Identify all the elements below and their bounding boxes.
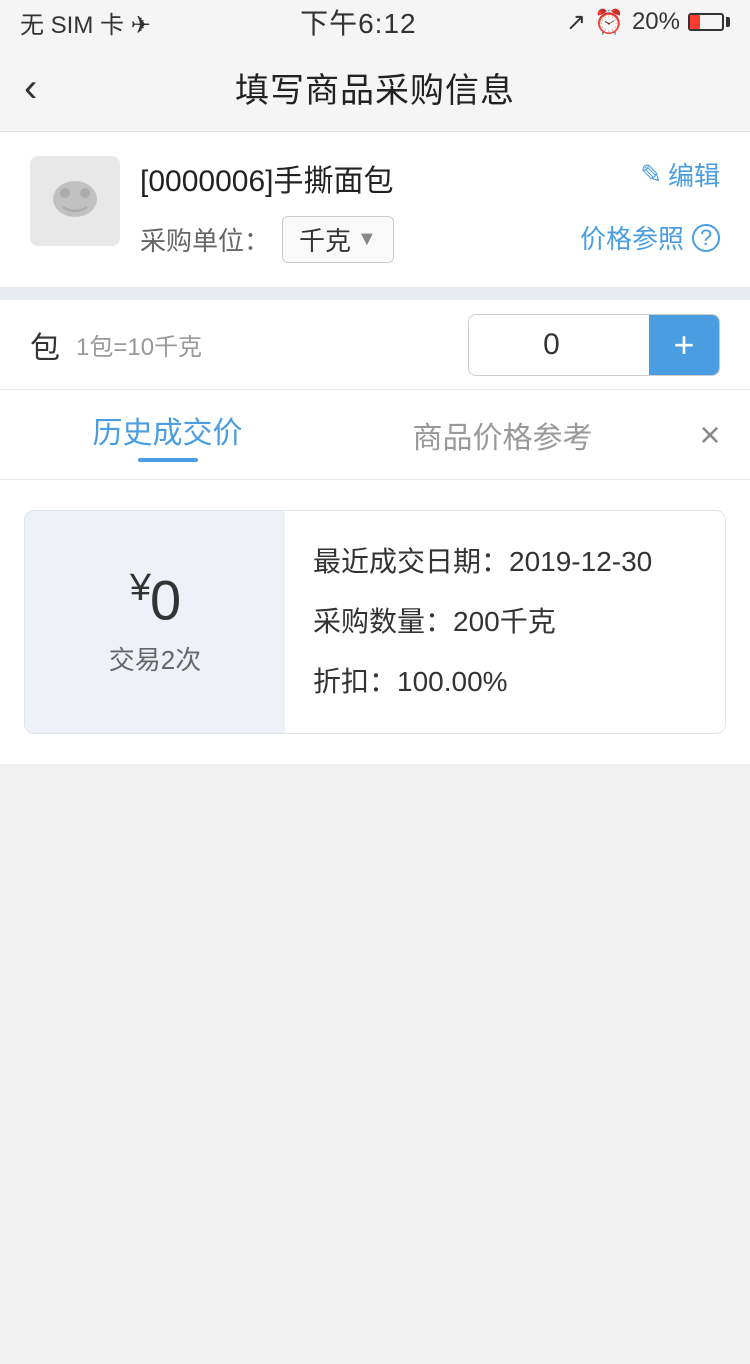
price-amount: ¥0: [130, 567, 180, 633]
purchase-qty-label: 采购数量：: [313, 606, 453, 637]
yen-symbol: ¥: [130, 567, 150, 609]
tabs-header: 历史成交价 商品价格参考 ×: [0, 390, 750, 480]
history-content: ¥0 交易2次 最近成交日期：2019-12-30 采购数量：200千克 折扣：…: [0, 480, 750, 764]
product-details: [0000006]手撕面包 采购单位： 千克 ▼: [140, 156, 394, 263]
recent-date-value: 2019-12-30: [509, 546, 652, 577]
price-card-left: ¥0 交易2次: [25, 511, 285, 733]
recent-date-row: 最近成交日期：2019-12-30: [313, 541, 697, 583]
help-icon[interactable]: ?: [692, 224, 720, 252]
section-divider: [0, 288, 750, 300]
quantity-plus-button[interactable]: +: [649, 315, 719, 375]
edit-icon: ✎: [640, 159, 662, 190]
quantity-input[interactable]: [469, 315, 649, 375]
price-card: ¥0 交易2次 最近成交日期：2019-12-30 采购数量：200千克 折扣：…: [24, 510, 726, 734]
product-image: [30, 156, 120, 246]
discount-value: 100.00%: [397, 666, 508, 697]
product-header: [0000006]手撕面包 采购单位： 千克 ▼ ✎ 编辑 价格参照 ?: [30, 156, 720, 263]
price-card-right: 最近成交日期：2019-12-30 采购数量：200千克 折扣：100.00%: [285, 511, 725, 733]
edit-button[interactable]: ✎ 编辑: [640, 156, 720, 193]
alarm-icon: ⏰: [594, 8, 624, 37]
tab-close-button[interactable]: ×: [670, 390, 750, 479]
discount-label: 折扣：: [313, 666, 397, 697]
price-ref-row: 价格参照 ?: [580, 219, 720, 256]
tabs-panel: 历史成交价 商品价格参考 × ¥0 交易2次 最近成交日期：2019-12-30…: [0, 390, 750, 764]
purchase-qty-row: 采购数量：200千克: [313, 601, 697, 643]
purchase-unit-row: 采购单位： 千克 ▼: [140, 216, 394, 263]
purchase-unit-label: 采购单位：: [140, 221, 270, 258]
main-content: [0, 764, 750, 1364]
tab-history-label: 历史成交价: [93, 408, 243, 452]
battery-indicator: [688, 13, 730, 31]
price-value: 0: [150, 568, 180, 631]
page-title: 填写商品采购信息: [235, 63, 515, 112]
quantity-conversion: 1包=10千克: [76, 327, 202, 362]
product-logo-icon: [45, 171, 105, 231]
tab-price-ref-label: 商品价格参考: [413, 413, 593, 457]
product-card: [0000006]手撕面包 采购单位： 千克 ▼ ✎ 编辑 价格参照 ?: [0, 132, 750, 288]
tab-price-ref[interactable]: 商品价格参考: [335, 390, 670, 479]
discount-row: 折扣：100.00%: [313, 661, 697, 703]
unit-value: 千克: [299, 221, 351, 258]
sim-label: 无 SIM 卡 ✈: [20, 5, 151, 40]
status-time: 下午6:12: [300, 2, 417, 42]
dropdown-arrow-icon: ▼: [357, 228, 377, 251]
status-right: ↗ ⏰ 20%: [566, 8, 730, 37]
quantity-input-wrapper: +: [468, 314, 720, 376]
edit-label: 编辑: [668, 156, 720, 193]
price-times: 交易2次: [109, 640, 201, 677]
purchase-qty-value: 200千克: [453, 606, 556, 637]
status-left: 无 SIM 卡 ✈: [20, 5, 151, 40]
nav-bar: ‹ 填写商品采购信息: [0, 44, 750, 132]
product-info-row: [0000006]手撕面包 采购单位： 千克 ▼: [30, 156, 394, 263]
tab-history-price[interactable]: 历史成交价: [0, 390, 335, 479]
back-button[interactable]: ‹: [24, 68, 37, 108]
tab-active-underline: [138, 458, 198, 462]
status-bar: 无 SIM 卡 ✈ 下午6:12 ↗ ⏰ 20%: [0, 0, 750, 44]
location-icon: ↗: [566, 8, 586, 37]
recent-date-label: 最近成交日期：: [313, 546, 509, 577]
product-right-actions: ✎ 编辑 价格参照 ?: [580, 156, 720, 256]
unit-dropdown[interactable]: 千克 ▼: [282, 216, 394, 263]
quantity-row: 包 1包=10千克 +: [0, 300, 750, 390]
price-ref-link[interactable]: 价格参照: [580, 219, 684, 256]
product-name: [0000006]手撕面包: [140, 156, 394, 200]
quantity-unit: 包: [30, 323, 60, 367]
battery-percent: 20%: [632, 8, 680, 36]
quantity-left: 包 1包=10千克: [30, 323, 202, 367]
